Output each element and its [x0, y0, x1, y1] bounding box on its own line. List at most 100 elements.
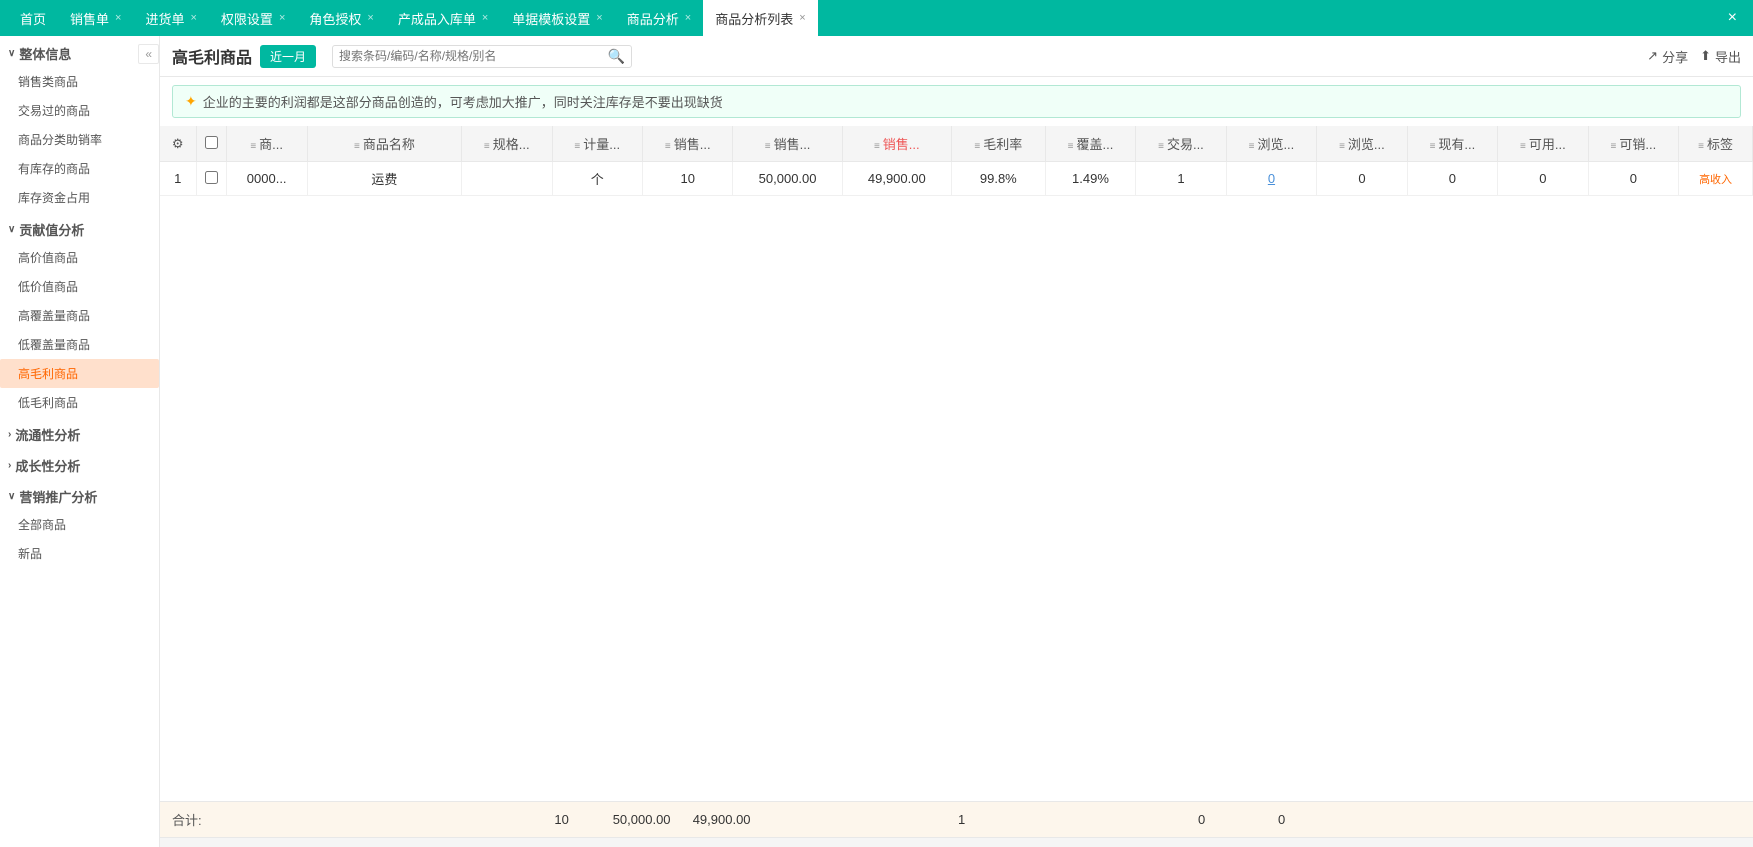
sidebar-item-stock-capital[interactable]: 库存资金占用 — [0, 183, 159, 212]
col-icon: ≡ — [1698, 141, 1704, 152]
nav-template[interactable]: 单据模板设置 × — [500, 0, 614, 36]
col-icon: ≡ — [1520, 141, 1526, 152]
col-current: ≡现有... — [1407, 126, 1497, 162]
top-nav: 首页 销售单 × 进货单 × 权限设置 × 角色授权 × 产成品入库单 × 单据… — [0, 0, 1753, 36]
cell-sales-amount: 50,000.00 — [733, 162, 842, 196]
sidebar: « ∨ 整体信息 销售类商品 交易过的商品 商品分类助销率 有库存的商品 库存资… — [0, 36, 160, 847]
sidebar-item-new-goods[interactable]: 新品 — [0, 539, 159, 568]
sidebar-item-low-margin[interactable]: 低毛利商品 — [0, 388, 159, 417]
info-banner: ✦ 企业的主要的利润都是这部分商品创造的，可考虑加大推广，同时关注库存是不要出现… — [172, 85, 1741, 118]
sidebar-group-growth[interactable]: › 成长性分析 — [0, 448, 159, 479]
cell-browse2: 0 — [1317, 162, 1407, 196]
col-icon: ≡ — [1611, 141, 1617, 152]
col-sales-profit: ≡销售... — [842, 126, 951, 162]
date-filter-button[interactable]: 近一月 — [260, 45, 316, 68]
sidebar-collapse-button[interactable]: « — [138, 44, 159, 64]
sidebar-item-traded-goods[interactable]: 交易过的商品 — [0, 96, 159, 125]
cell-transactions: 1 — [1136, 162, 1226, 196]
close-icon[interactable]: × — [190, 12, 196, 24]
footer-current: 0 — [1162, 812, 1242, 827]
col-icon: ≡ — [250, 141, 256, 152]
data-table: ⚙ ≡商... ≡商品名称 ≡规格... — [160, 126, 1753, 196]
col-code: ≡商... — [226, 126, 307, 162]
close-icon[interactable]: × — [115, 12, 121, 24]
close-icon[interactable]: × — [482, 12, 488, 24]
horizontal-scrollbar[interactable] — [160, 837, 1753, 847]
table-footer: 合计: 10 50,000.00 49,900.00 1 0 0 — [160, 801, 1753, 837]
footer-cell-spacer — [242, 812, 522, 827]
sidebar-item-category-assist[interactable]: 商品分类助销率 — [0, 125, 159, 154]
sidebar-item-sales-goods[interactable]: 销售类商品 — [0, 67, 159, 96]
col-sellable: ≡可销... — [1588, 126, 1678, 162]
nav-purchase[interactable]: 进货单 × — [133, 0, 208, 36]
footer-sellable — [1322, 812, 1402, 827]
footer-label: 合计: — [172, 810, 202, 829]
cell-name: 运费 — [307, 162, 461, 196]
search-box: 🔍 — [332, 45, 632, 68]
sidebar-item-high-margin[interactable]: 高毛利商品 — [0, 359, 159, 388]
table-row: 1 0000... 运费 个 10 50,000.00 49,900.00 99… — [160, 162, 1753, 196]
footer-available: 0 — [1242, 812, 1322, 827]
col-icon: ≡ — [1068, 141, 1074, 152]
arrow-down-icon: ∨ — [8, 491, 15, 502]
col-available: ≡可用... — [1498, 126, 1588, 162]
col-gross-rate: ≡毛利率 — [951, 126, 1045, 162]
col-browse2: ≡浏览... — [1317, 126, 1407, 162]
cell-tag: 高收入 — [1679, 162, 1753, 196]
select-all-checkbox[interactable] — [205, 136, 218, 149]
row-checkbox[interactable] — [205, 171, 218, 184]
arrow-right-icon: › — [8, 429, 11, 440]
nav-role[interactable]: 角色授权 × — [297, 0, 385, 36]
search-input[interactable] — [339, 49, 608, 63]
col-icon: ≡ — [665, 141, 671, 152]
nav-analysis-list[interactable]: 商品分析列表 × — [703, 0, 817, 36]
sidebar-group-marketing[interactable]: ∨ 营销推广分析 — [0, 479, 159, 510]
sidebar-item-all-goods[interactable]: 全部商品 — [0, 510, 159, 539]
col-icon: ≡ — [1249, 141, 1255, 152]
close-icon[interactable]: × — [279, 12, 285, 24]
arrow-down-icon: ∨ — [8, 224, 15, 235]
content-header: 高毛利商品 近一月 🔍 ↗ 分享 ⬆ 导出 — [160, 36, 1753, 77]
nav-analysis[interactable]: 商品分析 × — [615, 0, 703, 36]
arrow-right-icon: › — [8, 460, 11, 471]
share-button[interactable]: ↗ 分享 — [1647, 47, 1688, 66]
col-seq: ⚙ — [160, 126, 196, 162]
sidebar-item-low-value[interactable]: 低价值商品 — [0, 272, 159, 301]
col-checkbox — [196, 126, 226, 162]
table-wrapper[interactable]: ⚙ ≡商... ≡商品名称 ≡规格... — [160, 126, 1753, 801]
cell-checkbox — [196, 162, 226, 196]
search-icon[interactable]: 🔍 — [608, 48, 625, 65]
footer-browse1 — [1002, 812, 1082, 827]
cell-spec — [462, 162, 552, 196]
settings-icon[interactable]: ⚙ — [172, 136, 184, 151]
cell-gross-rate: 99.8% — [951, 162, 1045, 196]
window-close-button[interactable]: × — [1720, 9, 1745, 27]
close-icon[interactable]: × — [685, 12, 691, 24]
nav-home[interactable]: 首页 — [8, 0, 58, 36]
nav-permission[interactable]: 权限设置 × — [209, 0, 297, 36]
main-layout: « ∨ 整体信息 销售类商品 交易过的商品 商品分类助销率 有库存的商品 库存资… — [0, 36, 1753, 847]
sidebar-group-contribution[interactable]: ∨ 贡献值分析 — [0, 212, 159, 243]
sidebar-item-high-coverage[interactable]: 高覆盖量商品 — [0, 301, 159, 330]
cell-unit: 个 — [552, 162, 642, 196]
close-icon[interactable]: × — [799, 12, 805, 24]
sidebar-item-low-coverage[interactable]: 低覆盖量商品 — [0, 330, 159, 359]
close-icon[interactable]: × — [596, 12, 602, 24]
col-icon: ≡ — [484, 141, 490, 152]
sidebar-group-liquidity[interactable]: › 流通性分析 — [0, 417, 159, 448]
cell-current: 0 — [1407, 162, 1497, 196]
close-icon[interactable]: × — [367, 12, 373, 24]
col-spec: ≡规格... — [462, 126, 552, 162]
cell-code: 0000... — [226, 162, 307, 196]
nav-sales[interactable]: 销售单 × — [58, 0, 133, 36]
table-header-row: ⚙ ≡商... ≡商品名称 ≡规格... — [160, 126, 1753, 162]
sidebar-item-in-stock[interactable]: 有库存的商品 — [0, 154, 159, 183]
info-icon: ✦ — [185, 93, 197, 110]
col-icon: ≡ — [1339, 141, 1345, 152]
export-button[interactable]: ⬆ 导出 — [1700, 47, 1741, 66]
sidebar-item-high-value[interactable]: 高价值商品 — [0, 243, 159, 272]
sidebar-group-overall[interactable]: ∨ 整体信息 — [0, 36, 159, 67]
nav-inbound[interactable]: 产成品入库单 × — [386, 0, 500, 36]
cell-browse1[interactable]: 0 — [1226, 162, 1316, 196]
footer-sales-qty: 10 — [522, 812, 602, 827]
